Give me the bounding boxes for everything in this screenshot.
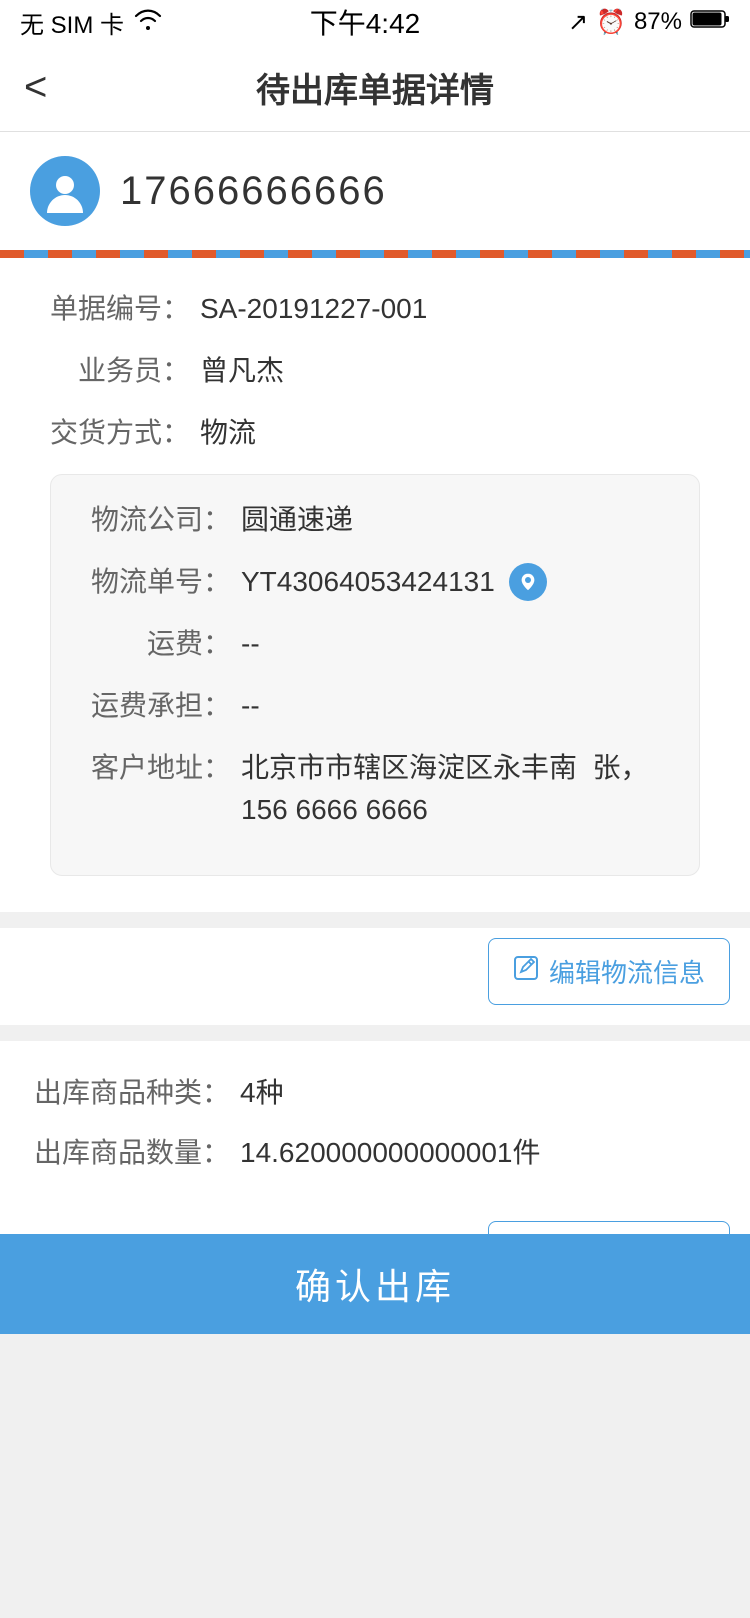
dashed-divider [0, 250, 750, 258]
document-number-row: 单据编号： SA-20191227-001 [30, 288, 720, 330]
freight-row: 运费： -- [71, 623, 679, 665]
freight-value: -- [241, 623, 679, 665]
user-header: 17666666666 [0, 132, 750, 250]
salesman-row: 业务员： 曾凡杰 [30, 350, 720, 392]
freight-bear-value: -- [241, 685, 679, 727]
edit-logistics-button[interactable]: 编辑物流信息 [488, 938, 730, 1005]
confirm-button-label: 确认出库 [295, 1258, 455, 1310]
alarm-icon: ⏰ [596, 8, 626, 37]
goods-type-row: 出库商品种类： 4种 [30, 1071, 720, 1111]
status-bar: 无 SIM 卡 下午4:42 ↗ ⏰ 87% [0, 0, 750, 44]
salesman-label: 业务员： [30, 350, 190, 392]
address-label: 客户地址： [71, 747, 231, 789]
logistics-company-row: 物流公司： 圆通速递 [71, 499, 679, 541]
back-button[interactable]: < [24, 65, 47, 110]
delivery-row: 交货方式： 物流 [30, 412, 720, 454]
goods-quantity-row: 出库商品数量： 14.620000000000001件 [30, 1131, 720, 1171]
nav-bar: < 待出库单据详情 [0, 44, 750, 132]
edit-icon [513, 955, 539, 988]
edit-logistics-label: 编辑物流信息 [549, 953, 705, 990]
tracking-number-label: 物流单号： [71, 561, 231, 603]
time-text: 下午4:42 [310, 2, 421, 42]
user-avatar [30, 156, 100, 226]
battery-text: 87% [634, 8, 682, 36]
freight-bear-label: 运费承担： [71, 685, 231, 727]
goods-quantity-value: 14.620000000000001件 [240, 1131, 541, 1171]
battery-icon [690, 8, 730, 37]
freight-bear-row: 运费承担： -- [71, 685, 679, 727]
address-value: 北京市市辖区海淀区永丰南 张，156 6666 6666 [241, 747, 679, 831]
user-phone: 17666666666 [120, 169, 387, 214]
freight-label: 运费： [71, 623, 231, 665]
goods-type-value: 4种 [240, 1071, 284, 1111]
tracking-number-value: YT43064053424131 [241, 561, 679, 603]
document-number-value: SA-20191227-001 [200, 288, 720, 330]
delivery-value: 物流 [200, 412, 720, 454]
logistics-company-label: 物流公司： [71, 499, 231, 541]
goods-type-label: 出库商品种类： [30, 1071, 230, 1111]
confirm-bar[interactable]: 确认出库 [0, 1234, 750, 1334]
edit-btn-row: 编辑物流信息 [0, 928, 750, 1025]
empty-space [0, 1318, 750, 1518]
logistics-card: 物流公司： 圆通速递 物流单号： YT43064053424131 [50, 474, 700, 876]
wifi-icon [134, 8, 162, 36]
delivery-label: 交货方式： [30, 412, 190, 454]
tracking-location-icon[interactable] [509, 563, 547, 601]
goods-quantity-label: 出库商品数量： [30, 1131, 230, 1171]
document-number-label: 单据编号： [30, 288, 190, 330]
tracking-number-row: 物流单号： YT43064053424131 [71, 561, 679, 603]
page-title: 待出库单据详情 [256, 63, 494, 112]
logistics-company-value: 圆通速递 [241, 499, 679, 541]
salesman-value: 曾凡杰 [200, 350, 720, 392]
section-divider [0, 1025, 750, 1041]
address-row: 客户地址： 北京市市辖区海淀区永丰南 张，156 6666 6666 [71, 747, 679, 831]
basic-info-section: 单据编号： SA-20191227-001 业务员： 曾凡杰 交货方式： 物流 … [0, 258, 750, 912]
goods-section: 出库商品种类： 4种 出库商品数量： 14.620000000000001件 [0, 1041, 750, 1211]
location-status-icon: ↗ [568, 8, 588, 37]
carrier-text: 无 SIM 卡 [20, 5, 124, 40]
